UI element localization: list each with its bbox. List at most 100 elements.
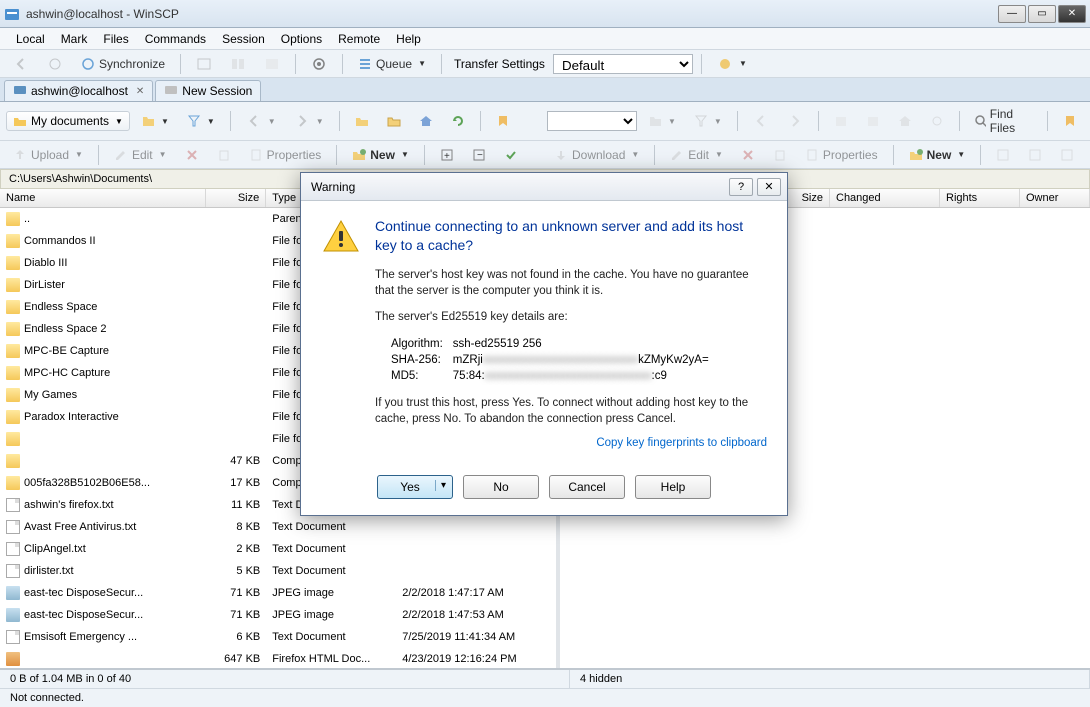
- select-minus-button[interactable]: −: [465, 145, 493, 165]
- dialog-p1: The server's host key was not found in t…: [375, 267, 767, 299]
- file-row[interactable]: 647 KBFirefox HTML Doc...4/23/2019 12:16…: [0, 648, 556, 668]
- svg-text:−: −: [477, 150, 483, 161]
- maximize-button[interactable]: ▭: [1028, 5, 1056, 23]
- location-toolbar: My documents▼ ▼ ▼ ▼ ▼ ▼ ▼ Find Files: [0, 102, 1090, 141]
- folder-icon: [13, 114, 27, 128]
- menu-commands[interactable]: Commands: [137, 30, 214, 48]
- select-plus-button[interactable]: +: [433, 145, 461, 165]
- monitor-icon: [13, 84, 27, 98]
- help-button[interactable]: Help: [635, 475, 711, 499]
- cancel-button[interactable]: Cancel: [549, 475, 625, 499]
- col-size[interactable]: Size: [206, 189, 266, 207]
- folder-icon: [6, 432, 20, 446]
- remote-forward-button: [780, 110, 810, 132]
- text-icon: [6, 542, 20, 556]
- transfer-settings-select[interactable]: Default: [553, 54, 693, 74]
- image-icon: [6, 586, 20, 600]
- delete-button-right: [734, 145, 762, 165]
- text-icon: [6, 630, 20, 644]
- select-check-button[interactable]: [497, 145, 525, 165]
- session-tab-label: ashwin@localhost: [31, 84, 128, 98]
- rcol-rights[interactable]: Rights: [940, 189, 1020, 207]
- menu-options[interactable]: Options: [273, 30, 330, 48]
- remote-parent-button: ▼: [641, 111, 683, 131]
- dialog-titlebar[interactable]: Warning ? ✕: [301, 173, 787, 201]
- warning-icon: [321, 217, 361, 257]
- no-button[interactable]: No: [463, 475, 539, 499]
- upload-button: Upload▼: [6, 145, 90, 165]
- compare-button: [223, 53, 253, 75]
- html-icon: [6, 652, 20, 666]
- home-button[interactable]: [412, 111, 440, 131]
- new-session-label: New Session: [182, 84, 252, 98]
- new-button-left[interactable]: New▼: [345, 145, 416, 165]
- remote-bookmark-button[interactable]: [1056, 111, 1084, 131]
- folder-icon: [6, 344, 20, 358]
- rcol-changed[interactable]: Changed: [830, 189, 940, 207]
- menu-session[interactable]: Session: [214, 30, 273, 48]
- folder-icon: [6, 322, 20, 336]
- new-session-icon: [164, 84, 178, 98]
- delete-button-left: [178, 145, 206, 165]
- dialog-title: Warning: [307, 180, 725, 194]
- folder-new-button[interactable]: [348, 111, 376, 131]
- filter-button[interactable]: ▼: [180, 111, 222, 131]
- col-name[interactable]: Name: [0, 189, 206, 207]
- dialog-p3: If you trust this host, press Yes. To co…: [375, 395, 767, 427]
- nav-parent-button[interactable]: ▼: [134, 111, 176, 131]
- folder-open-button[interactable]: [380, 111, 408, 131]
- action-toolbar: Upload▼ Edit▼ Properties New▼ + − Downlo…: [0, 141, 1090, 169]
- refresh-button[interactable]: [444, 111, 472, 131]
- menu-mark[interactable]: Mark: [53, 30, 96, 48]
- main-toolbar: Synchronize Queue▼ Transfer Settings Def…: [0, 50, 1090, 78]
- preferences-button[interactable]: ▼: [710, 53, 754, 75]
- image-icon: [6, 608, 20, 622]
- text-icon: [6, 564, 20, 578]
- file-row[interactable]: Emsisoft Emergency ...6 KBText Document7…: [0, 626, 556, 648]
- dialog-p2: The server's Ed25519 key details are:: [375, 309, 767, 325]
- file-row[interactable]: Avast Free Antivirus.txt8 KBText Documen…: [0, 516, 556, 538]
- copy-fingerprint-link[interactable]: Copy key fingerprints to clipboard: [375, 437, 767, 449]
- new-session-tab[interactable]: New Session: [155, 80, 261, 101]
- menu-help[interactable]: Help: [388, 30, 429, 48]
- remote-folder-open: [859, 111, 887, 131]
- local-folder-dropdown[interactable]: My documents▼: [6, 111, 130, 131]
- queue-button[interactable]: Queue▼: [351, 54, 433, 74]
- settings-button[interactable]: [304, 53, 334, 75]
- close-button[interactable]: ✕: [1058, 5, 1086, 23]
- properties-button-left: Properties: [242, 145, 329, 165]
- file-row[interactable]: ClipAngel.txt2 KBText Document: [0, 538, 556, 560]
- menu-local[interactable]: Local: [8, 30, 53, 48]
- file-row[interactable]: east-tec DisposeSecur...71 KBJPEG image2…: [0, 604, 556, 626]
- titlebar: ashwin@localhost - WinSCP — ▭ ✕: [0, 0, 1090, 28]
- remote-folder-new: [827, 111, 855, 131]
- bookmark-button[interactable]: [489, 111, 517, 131]
- session-tab-active[interactable]: ashwin@localhost ✕: [4, 80, 153, 101]
- synchronize-button[interactable]: Synchronize: [74, 54, 172, 74]
- minimize-button[interactable]: —: [998, 5, 1026, 23]
- yes-button[interactable]: Yes: [377, 475, 453, 499]
- app-icon: [4, 6, 20, 22]
- back-button: ▼: [239, 110, 283, 132]
- new-button-right[interactable]: New▼: [902, 145, 973, 165]
- find-files-button[interactable]: Find Files: [967, 104, 1039, 138]
- dialog-help-icon[interactable]: ?: [729, 178, 753, 196]
- menu-files[interactable]: Files: [95, 30, 136, 48]
- close-tab-icon[interactable]: ✕: [136, 86, 144, 97]
- archive-icon: [6, 454, 20, 468]
- properties-button-right: Properties: [798, 145, 885, 165]
- file-row[interactable]: east-tec DisposeSecur...71 KBJPEG image2…: [0, 582, 556, 604]
- nav-back-button: [6, 53, 36, 75]
- remote-folder-dropdown[interactable]: [547, 111, 637, 131]
- file-row[interactable]: dirlister.txt5 KBText Document: [0, 560, 556, 582]
- dialog-close-icon[interactable]: ✕: [757, 178, 781, 196]
- session-tabs: ashwin@localhost ✕ New Session: [0, 78, 1090, 102]
- status-bar: 0 B of 1.04 MB in 0 of 40 4 hidden Not c…: [0, 669, 1090, 707]
- folder-icon: [6, 256, 20, 270]
- up-icon: [6, 212, 20, 226]
- archive-icon: [6, 476, 20, 490]
- folder-icon: [6, 366, 20, 380]
- copy-button-left: [210, 145, 238, 165]
- menu-remote[interactable]: Remote: [330, 30, 388, 48]
- rcol-owner[interactable]: Owner: [1020, 189, 1090, 207]
